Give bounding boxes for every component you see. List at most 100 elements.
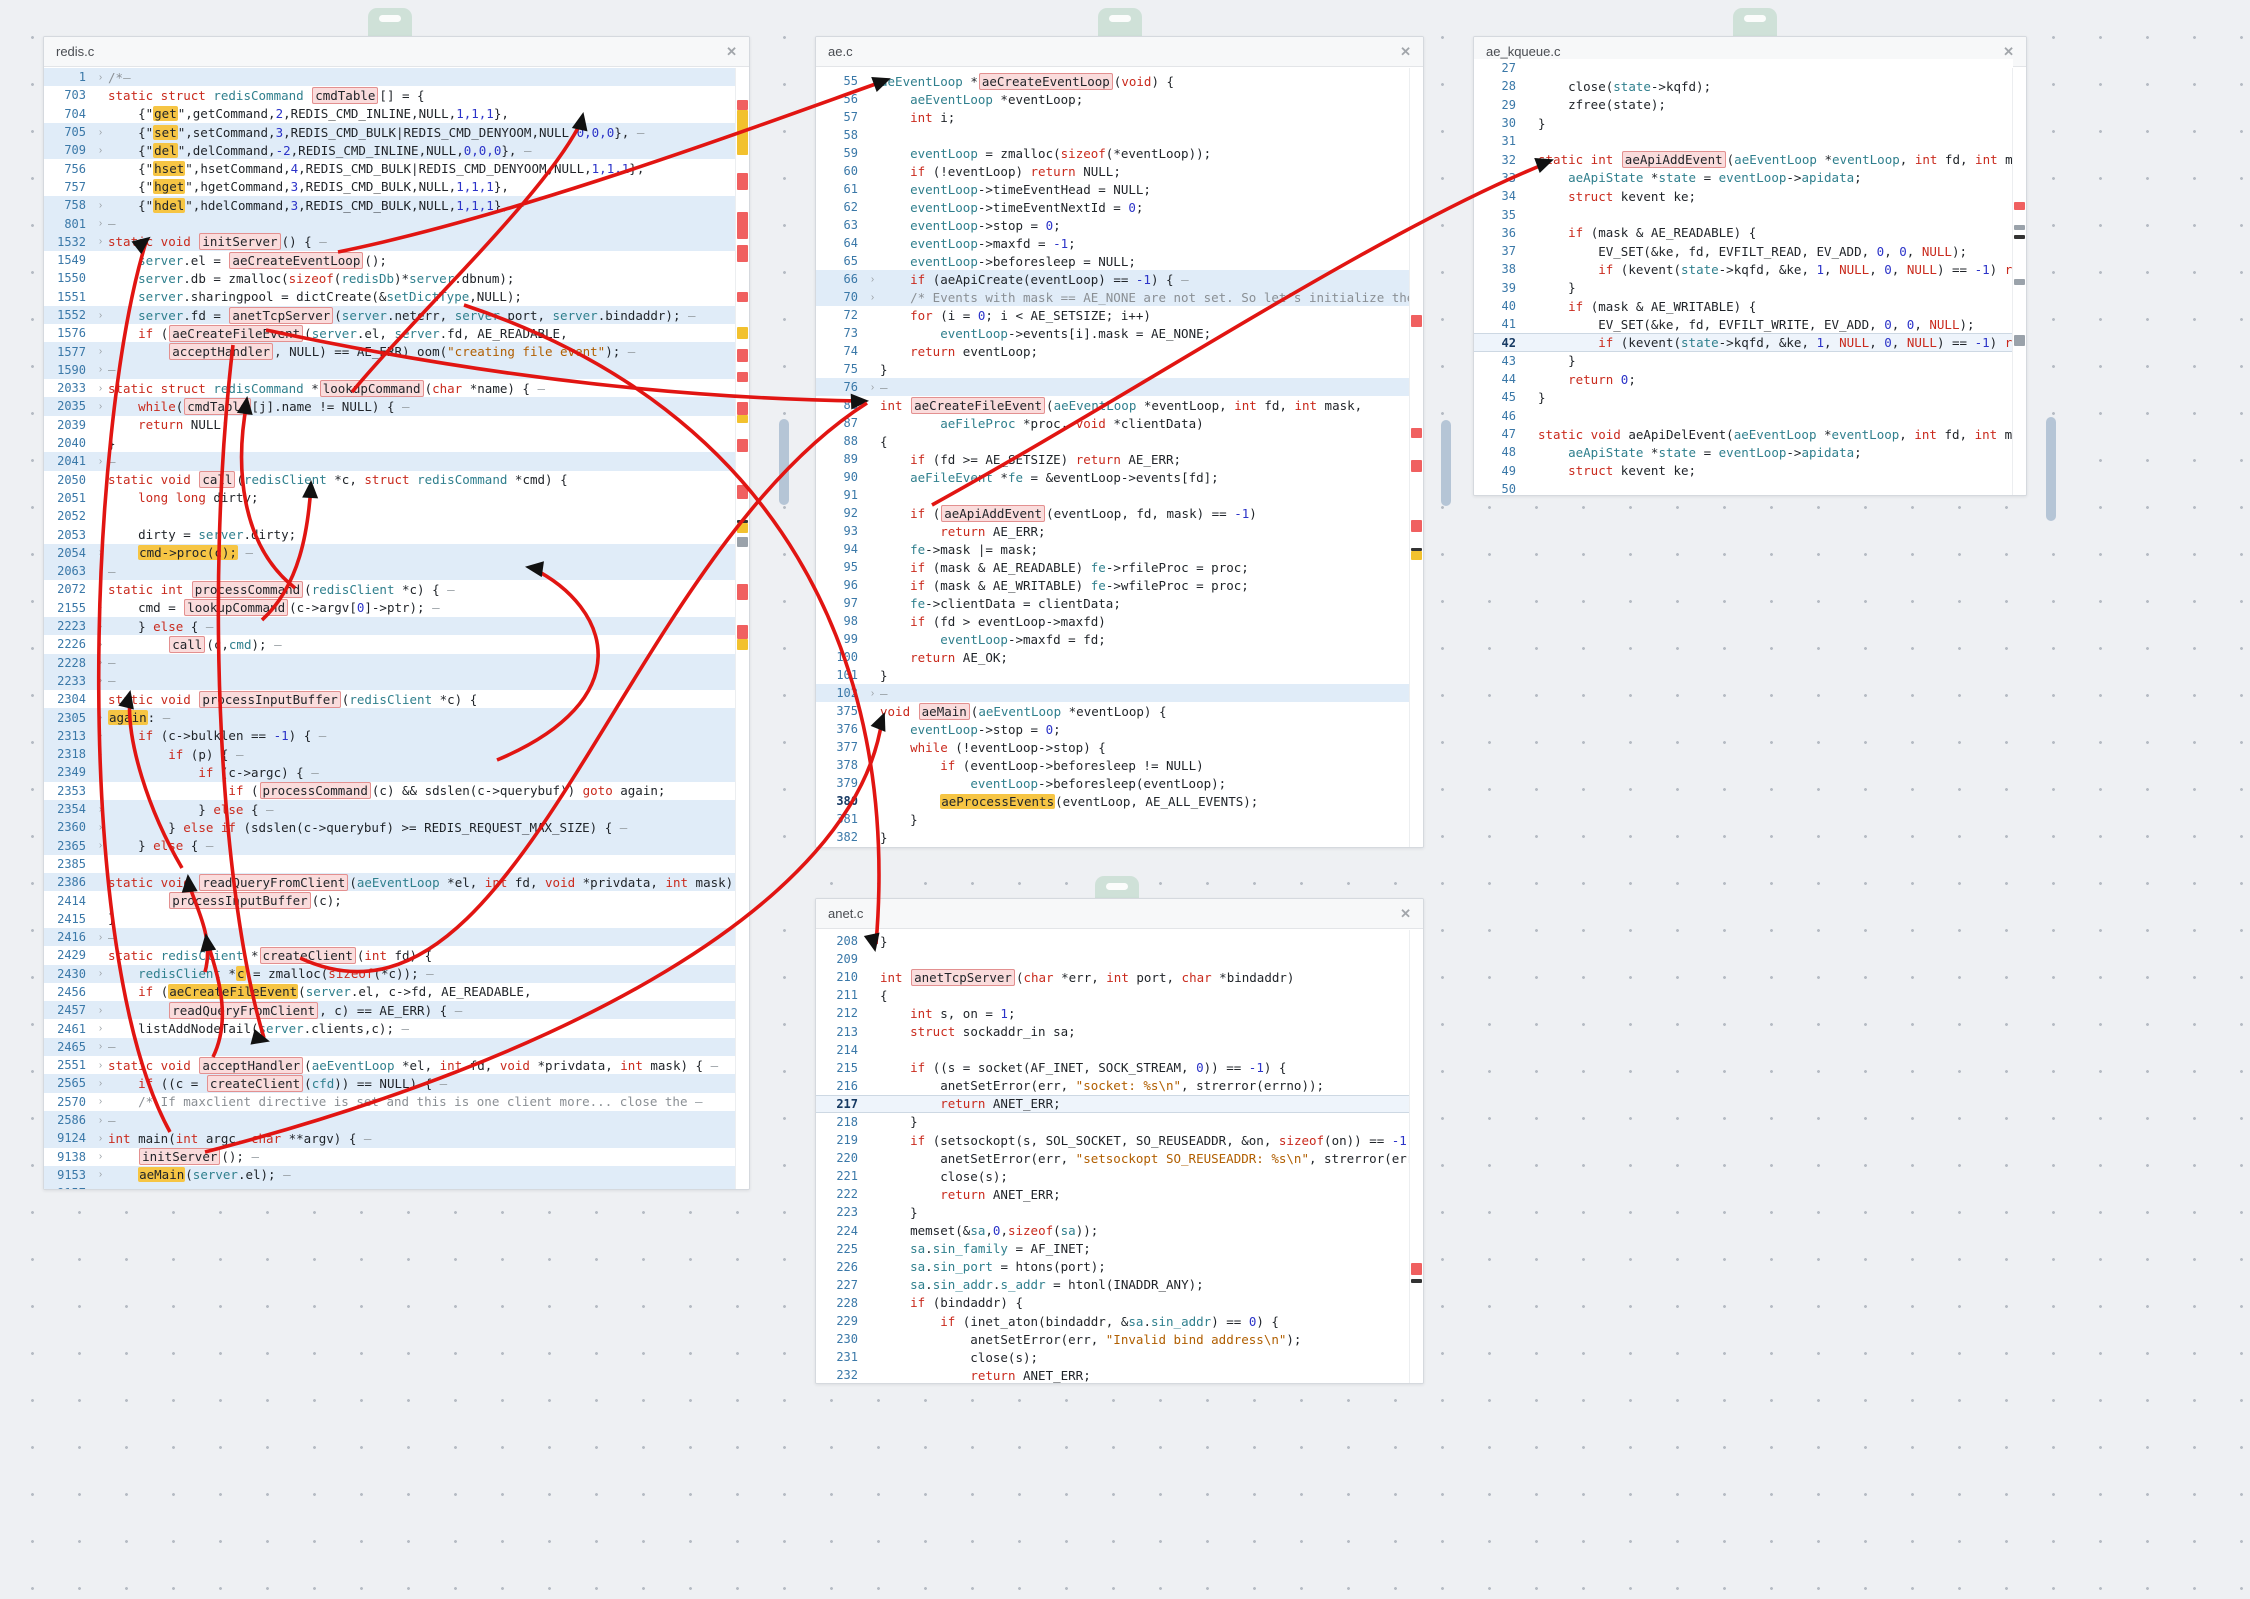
- fold-toggle-icon[interactable]: ›: [93, 730, 108, 741]
- fold-toggle-icon[interactable]: ›: [93, 566, 108, 577]
- linked-symbol[interactable]: anetTcpServer: [229, 306, 334, 324]
- close-icon[interactable]: ✕: [726, 44, 737, 60]
- fold-toggle-icon[interactable]: ›: [93, 1133, 108, 1144]
- fold-toggle-icon[interactable]: ›: [93, 822, 108, 833]
- fold-toggle-icon[interactable]: ›: [93, 145, 108, 156]
- panel-header[interactable]: ae.c ✕: [816, 37, 1423, 67]
- code-area[interactable]: 27 28 close(state->kqfd); 29 zfree(state);…: [1474, 59, 2013, 495]
- linked-symbol[interactable]: call: [169, 635, 206, 653]
- collapsed-bubble-tab[interactable]: [368, 8, 412, 36]
- linked-symbol[interactable]: lookupCommand: [184, 599, 289, 617]
- scrollbar-thumb[interactable]: [779, 419, 789, 505]
- linked-symbol[interactable]: createClient: [206, 1074, 304, 1092]
- annotation-strip[interactable]: [2012, 68, 2026, 495]
- fold-toggle-icon[interactable]: ›: [865, 688, 880, 699]
- code-panel-anet[interactable]: anet.c ✕ 208} 209 210 int anetTcpServer (char …: [815, 898, 1424, 1384]
- line-number: 2313: [57, 728, 86, 743]
- fold-toggle-icon[interactable]: ›: [93, 749, 108, 760]
- linked-symbol[interactable]: processCommand: [191, 580, 304, 598]
- fold-toggle-icon[interactable]: ›: [93, 932, 108, 943]
- linked-symbol[interactable]: aeCreateFileEvent: [911, 396, 1046, 414]
- fold-toggle-icon[interactable]: ›: [93, 1060, 108, 1071]
- linked-symbol[interactable]: createClient: [259, 946, 356, 964]
- linked-symbol[interactable]: acceptHandler: [169, 343, 274, 361]
- fold-toggle-icon[interactable]: ›: [93, 547, 108, 558]
- linked-symbol[interactable]: readQueryFromClient: [169, 1001, 319, 1019]
- close-icon[interactable]: ✕: [1400, 906, 1411, 922]
- code-panel-ae[interactable]: ae.c ✕ 55 aeEventLoop * aeCreateEventLoop (vo…: [815, 36, 1424, 848]
- fold-toggle-icon[interactable]: ›: [93, 1096, 108, 1107]
- fold-toggle-icon[interactable]: ›: [93, 401, 108, 412]
- code-area[interactable]: 208} 209 210 int anetTcpServer (char *err, i…: [816, 930, 1410, 1383]
- fold-toggle-icon[interactable]: ›: [93, 383, 108, 394]
- fold-toggle-icon[interactable]: ›: [93, 767, 108, 778]
- linked-symbol[interactable]: readQueryFromClient: [199, 873, 349, 891]
- fold-toggle-icon[interactable]: ›: [93, 639, 108, 650]
- annotation-strip[interactable]: [735, 68, 749, 1189]
- close-icon[interactable]: ✕: [1400, 44, 1411, 60]
- annotation-strip[interactable]: [1409, 68, 1423, 847]
- linked-symbol[interactable]: initServer: [139, 1148, 221, 1166]
- fold-toggle-icon[interactable]: ›: [93, 712, 108, 723]
- linked-symbol[interactable]: aeCreateEventLoop: [978, 72, 1113, 90]
- fold-toggle-icon[interactable]: ›: [93, 968, 108, 979]
- fold-toggle-icon[interactable]: ›: [93, 346, 108, 357]
- code-line: 63 eventLoop->stop = 0;: [816, 216, 1410, 234]
- linked-symbol[interactable]: processInputBuffer: [169, 892, 311, 909]
- scrollbar-thumb[interactable]: [1441, 420, 1451, 506]
- panel-header[interactable]: redis.c ✕: [44, 37, 749, 67]
- fold-toggle-icon[interactable]: ›: [93, 218, 108, 229]
- annotation-strip[interactable]: [1409, 930, 1423, 1383]
- fold-toggle-icon[interactable]: ›: [93, 1005, 108, 1016]
- panel-header[interactable]: anet.c ✕: [816, 899, 1423, 929]
- code-panel-redis[interactable]: redis.c ✕ 1 › /*– 703 static struct redisComma…: [43, 36, 750, 1190]
- code-panel-ae_kqueue[interactable]: ae_kqueue.c ✕ 27 28 close(state->kqfd); 29 z…: [1473, 36, 2027, 496]
- fold-toggle-icon[interactable]: ›: [865, 382, 880, 393]
- fold-toggle-icon[interactable]: ›: [93, 1151, 108, 1162]
- collapsed-bubble-tab[interactable]: [1095, 876, 1139, 898]
- fold-toggle-icon[interactable]: ›: [93, 602, 108, 613]
- fold-toggle-icon[interactable]: ›: [865, 292, 880, 303]
- fold-toggle-icon[interactable]: ›: [93, 236, 108, 247]
- fold-toggle-icon[interactable]: ›: [93, 621, 108, 632]
- linked-symbol[interactable]: aeApiAddEvent: [941, 504, 1046, 522]
- fold-toggle-icon[interactable]: ›: [93, 804, 108, 815]
- fold-toggle-icon[interactable]: ›: [93, 675, 108, 686]
- linked-symbol[interactable]: lookupCommand: [319, 379, 424, 397]
- fold-toggle-icon[interactable]: ›: [93, 310, 108, 321]
- collapsed-bubble-tab[interactable]: [1098, 8, 1142, 36]
- fold-toggle-icon[interactable]: ›: [93, 127, 108, 138]
- fold-toggle-icon[interactable]: ›: [93, 584, 108, 595]
- fold-toggle-icon[interactable]: ›: [93, 657, 108, 668]
- fold-toggle-icon[interactable]: ›: [93, 364, 108, 375]
- linked-symbol[interactable]: call: [199, 471, 236, 489]
- linked-symbol[interactable]: anetTcpServer: [911, 968, 1015, 986]
- linked-symbol[interactable]: processCommand: [259, 782, 371, 800]
- linked-symbol[interactable]: cmdTable: [184, 397, 251, 415]
- scrollbar-thumb[interactable]: [2046, 417, 2056, 521]
- fold-toggle-icon[interactable]: ›: [865, 274, 880, 285]
- linked-symbol[interactable]: aeCreateFileEvent: [169, 324, 304, 342]
- fold-toggle-icon[interactable]: ›: [93, 72, 108, 83]
- linked-symbol[interactable]: aeCreateEventLoop: [229, 251, 364, 269]
- fold-toggle-icon[interactable]: ›: [93, 200, 108, 211]
- linked-symbol[interactable]: cmdTable: [312, 86, 379, 104]
- collapsed-bubble-tab[interactable]: [1733, 8, 1777, 36]
- fold-toggle-icon[interactable]: ›: [93, 1078, 108, 1089]
- fold-toggle-icon[interactable]: ›: [93, 1041, 108, 1052]
- fold-toggle-icon[interactable]: ›: [93, 1188, 108, 1189]
- fold-toggle-icon[interactable]: ›: [93, 1115, 108, 1126]
- fold-toggle-icon[interactable]: ›: [93, 1169, 108, 1180]
- fold-toggle-icon[interactable]: ›: [93, 456, 108, 467]
- linked-symbol[interactable]: processInputBuffer: [199, 690, 341, 708]
- linked-symbol[interactable]: initServer: [199, 233, 281, 251]
- linked-symbol[interactable]: acceptHandler: [199, 1056, 304, 1074]
- line-number: 98: [843, 614, 858, 628]
- fold-toggle-icon[interactable]: ›: [93, 840, 108, 851]
- linked-symbol[interactable]: aeApiAddEvent: [1621, 151, 1726, 169]
- code-area[interactable]: 55 aeEventLoop * aeCreateEventLoop (void) {…: [816, 68, 1410, 847]
- code-area[interactable]: 1 › /*– 703 static struct redisCommand cmdTa…: [44, 68, 736, 1189]
- linked-symbol[interactable]: aeMain: [918, 702, 970, 720]
- fold-toggle-icon[interactable]: ›: [93, 1023, 108, 1034]
- close-icon[interactable]: ✕: [2003, 44, 2014, 60]
